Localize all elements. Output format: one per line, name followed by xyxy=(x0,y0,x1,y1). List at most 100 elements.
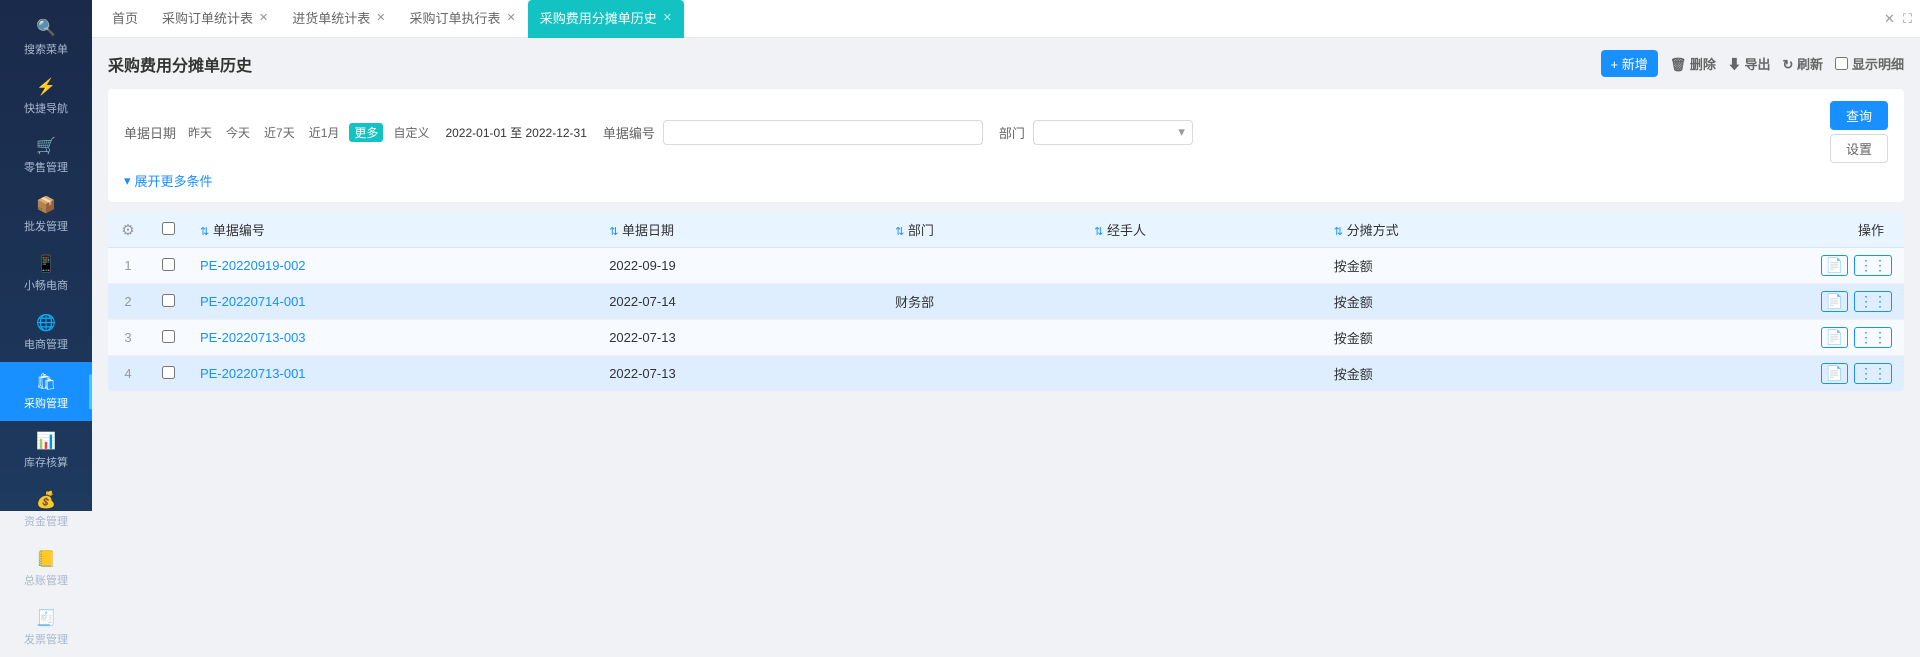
export-button[interactable]: ⬇ 导出 xyxy=(1728,54,1771,73)
row-checkbox-3 xyxy=(148,356,188,392)
dept-select[interactable]: 财务部 xyxy=(1033,120,1193,145)
row-select-1[interactable] xyxy=(162,294,175,307)
data-table-wrapper: ⚙ ⇅ 单据编号 ⇅ 单据日期 xyxy=(108,212,1904,392)
tab-purchase-order-exec-label: 采购订单执行表 xyxy=(409,8,500,27)
table-settings-icon[interactable]: ⚙ xyxy=(121,222,134,239)
sidebar-item-quick[interactable]: ⚡ 快捷导航 xyxy=(0,67,92,126)
tab-purchase-order-exec[interactable]: 采购订单执行表 ✕ xyxy=(397,0,527,38)
row-more-icon-2[interactable]: ⋮⋮ xyxy=(1854,327,1892,348)
tab-purchase-order-stats-close[interactable]: ✕ xyxy=(259,11,268,24)
shortcut-custom[interactable]: 自定义 xyxy=(389,123,433,142)
sidebar-item-mini[interactable]: 📱 小畅电商 xyxy=(0,244,92,303)
row-view-icon-2[interactable]: 📄 xyxy=(1821,327,1848,348)
setting-button[interactable]: 设置 xyxy=(1830,134,1888,163)
sidebar-item-search[interactable]: 🔍 搜索菜单 xyxy=(0,8,92,67)
search-panel: 单据日期 昨天 今天 近7天 近1月 更多 自定义 2022-01-01 至 2… xyxy=(108,89,1904,202)
display-toggle[interactable]: 显示明细 xyxy=(1835,54,1904,73)
add-button[interactable]: + 新增 xyxy=(1601,50,1658,77)
display-toggle-checkbox[interactable] xyxy=(1835,57,1848,70)
col-date-header[interactable]: ⇅ 单据日期 xyxy=(597,212,883,248)
sidebar-item-inventory[interactable]: 📊 库存核算 xyxy=(0,421,92,480)
chevron-down-icon: ▾ xyxy=(124,173,131,189)
sidebar-item-wholesale[interactable]: 📦 批发管理 xyxy=(0,185,92,244)
tab-purchase-fee-history[interactable]: 采购费用分摊单历史 ✕ xyxy=(528,0,684,38)
col-sort-icon-split: ⇅ xyxy=(1334,226,1343,238)
shortcut-7days[interactable]: 近7天 xyxy=(260,123,299,142)
query-button[interactable]: 查询 xyxy=(1830,101,1888,130)
tab-home[interactable]: 首页 xyxy=(100,0,150,38)
row-select-0[interactable] xyxy=(162,258,175,271)
row-order-no-0: PE-20220919-002 xyxy=(188,248,597,284)
col-order-no-header[interactable]: ⇅ 单据编号 xyxy=(188,212,597,248)
shortcut-yesterday[interactable]: 昨天 xyxy=(184,123,216,142)
tab-purchase-fee-history-close[interactable]: ✕ xyxy=(663,11,672,24)
sidebar-item-finance[interactable]: 💰 资金管理 xyxy=(0,480,92,539)
finance-icon: 💰 xyxy=(4,490,88,510)
row-checkbox-1 xyxy=(148,284,188,320)
row-dept-1: 财务部 xyxy=(883,284,1082,320)
dept-select-wrapper: 财务部 xyxy=(1033,120,1193,145)
table-row: 1 PE-20220919-002 2022-09-19 按金额 📄 ⋮⋮ xyxy=(108,248,1904,284)
order-no-link-3[interactable]: PE-20220713-001 xyxy=(200,366,306,381)
row-order-no-1: PE-20220714-001 xyxy=(188,284,597,320)
row-dept-0 xyxy=(883,248,1082,284)
col-split-method-header[interactable]: ⇅ 分摊方式 xyxy=(1322,212,1603,248)
shortcut-today[interactable]: 今天 xyxy=(222,123,254,142)
col-sort-icon-handler: ⇅ xyxy=(1094,226,1103,238)
order-no-input[interactable] xyxy=(663,120,983,145)
row-select-2[interactable] xyxy=(162,330,175,343)
row-num-3: 4 xyxy=(108,356,148,392)
row-date-3: 2022-07-13 xyxy=(597,356,883,392)
sidebar-item-ecommerce-label: 电商管理 xyxy=(24,339,68,351)
row-view-icon-0[interactable]: 📄 xyxy=(1821,255,1848,276)
close-all-tabs-icon[interactable]: ✕ xyxy=(1884,11,1895,27)
row-select-3[interactable] xyxy=(162,366,175,379)
sidebar-item-ecommerce[interactable]: 🌐 电商管理 xyxy=(0,303,92,362)
tab-goods-in-stats-close[interactable]: ✕ xyxy=(376,11,385,24)
tab-purchase-order-stats[interactable]: 采购订单统计表 ✕ xyxy=(150,0,280,38)
sidebar-item-invoice-label: 发票管理 xyxy=(24,634,68,646)
row-date-2: 2022-07-13 xyxy=(597,320,883,356)
col-dept-header[interactable]: ⇅ 部门 xyxy=(883,212,1082,248)
page-title-text: 采购费用分摊单历史 xyxy=(108,52,252,76)
order-no-link-0[interactable]: PE-20220919-002 xyxy=(200,258,306,273)
refresh-button[interactable]: ↻ 刷新 xyxy=(1782,54,1823,73)
order-no-label: 单据编号 xyxy=(603,123,655,142)
table-row: 2 PE-20220714-001 2022-07-14 财务部 按金额 📄 ⋮… xyxy=(108,284,1904,320)
shortcut-1month[interactable]: 近1月 xyxy=(305,123,344,142)
search-icon: 🔍 xyxy=(4,18,88,38)
order-no-link-1[interactable]: PE-20220714-001 xyxy=(200,294,306,309)
sidebar-item-invoice[interactable]: 🧾 发票管理 xyxy=(0,598,92,657)
order-no-field: 单据编号 xyxy=(603,120,983,145)
select-all-checkbox[interactable] xyxy=(162,222,175,235)
row-date-1: 2022-07-14 xyxy=(597,284,883,320)
tab-goods-in-stats[interactable]: 进货单统计表 ✕ xyxy=(280,0,397,38)
order-no-link-2[interactable]: PE-20220713-003 xyxy=(200,330,306,345)
date-shortcuts: 昨天 今天 近7天 近1月 更多 自定义 xyxy=(184,123,433,142)
row-view-icon-1[interactable]: 📄 xyxy=(1821,291,1848,312)
maximize-icon[interactable]: ⛶ xyxy=(1903,11,1912,27)
row-view-icon-3[interactable]: 📄 xyxy=(1821,363,1848,384)
tab-purchase-order-exec-close[interactable]: ✕ xyxy=(507,11,516,24)
row-split-method-1: 按金额 xyxy=(1322,284,1603,320)
col-handler-header[interactable]: ⇅ 经手人 xyxy=(1082,212,1322,248)
expand-more[interactable]: ▾ 展开更多条件 xyxy=(124,171,1888,190)
delete-button[interactable]: 🗑 删除 xyxy=(1670,54,1716,73)
row-num-1: 2 xyxy=(108,284,148,320)
row-more-icon-0[interactable]: ⋮⋮ xyxy=(1854,255,1892,276)
row-split-method-2: 按金额 xyxy=(1322,320,1603,356)
row-more-icon-3[interactable]: ⋮⋮ xyxy=(1854,363,1892,384)
row-actions-0: 📄 ⋮⋮ xyxy=(1602,248,1904,284)
table-body: 1 PE-20220919-002 2022-09-19 按金额 📄 ⋮⋮ 2 … xyxy=(108,248,1904,392)
main-area: 首页 采购订单统计表 ✕ 进货单统计表 ✕ 采购订单执行表 ✕ 采购费用分摊单历… xyxy=(92,0,1920,511)
shortcut-more[interactable]: 更多 xyxy=(349,123,383,142)
sidebar-item-purchase[interactable]: 🛍 采购管理 xyxy=(0,362,92,421)
tab-goods-in-stats-label: 进货单统计表 xyxy=(292,8,370,27)
sidebar-item-quick-label: 快捷导航 xyxy=(24,103,68,115)
mini-icon: 📱 xyxy=(4,254,88,274)
sidebar-item-wholesale-label: 批发管理 xyxy=(24,221,68,233)
sidebar-item-ledger[interactable]: 📒 总账管理 xyxy=(0,539,92,598)
row-more-icon-1[interactable]: ⋮⋮ xyxy=(1854,291,1892,312)
sidebar-item-retail[interactable]: 🛒 零售管理 xyxy=(0,126,92,185)
content-area: 采购费用分摊单历史 + 新增 🗑 删除 ⬇ 导出 ↻ 刷新 显示明细 单据日期 xyxy=(92,38,1920,511)
